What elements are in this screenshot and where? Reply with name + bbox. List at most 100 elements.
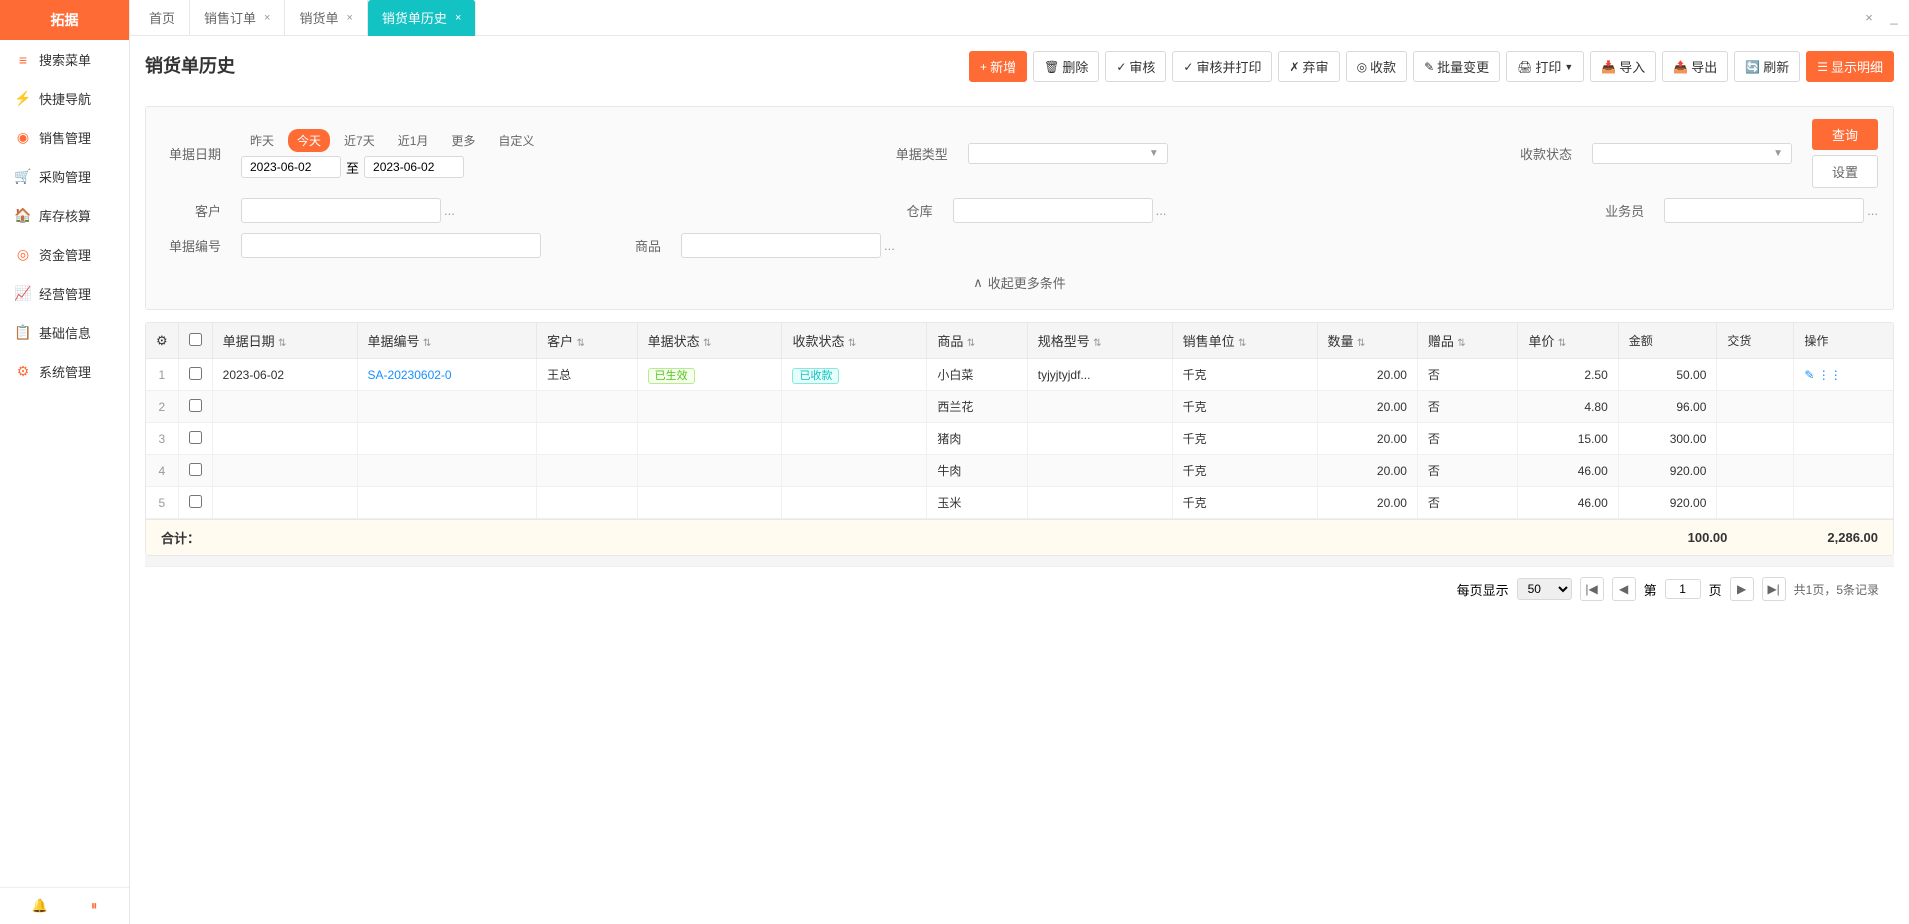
- select-all-checkbox[interactable]: [189, 333, 202, 346]
- tab-sales-delivery-close[interactable]: ×: [346, 12, 352, 24]
- date-btn-1month[interactable]: 近1月: [389, 129, 438, 152]
- review-button[interactable]: ✓ 审核: [1105, 51, 1166, 82]
- date-btn-custom[interactable]: 自定义: [489, 129, 543, 152]
- date-btn-more[interactable]: 更多: [442, 129, 484, 152]
- tab-home[interactable]: 首页: [135, 0, 190, 36]
- horizontal-scrollbar[interactable]: [145, 556, 1894, 566]
- unit-price-sort-icon[interactable]: ⇅: [1558, 338, 1566, 349]
- batch-change-button[interactable]: ✎ 批量变更: [1413, 51, 1500, 82]
- receive-button[interactable]: ◎ 收款: [1346, 51, 1408, 82]
- prev-page-button[interactable]: ◀: [1612, 577, 1636, 601]
- tab-sales-order-close[interactable]: ×: [264, 12, 270, 24]
- cell-checkbox[interactable]: [178, 359, 212, 391]
- new-button[interactable]: + 新增: [969, 51, 1027, 82]
- import-button[interactable]: 📥 导入: [1590, 51, 1656, 82]
- date-btn-yesterday[interactable]: 昨天: [241, 129, 283, 152]
- print-button[interactable]: 🖨 打印 ▼: [1506, 51, 1584, 82]
- goods-input[interactable]: [681, 233, 881, 258]
- pause-icon[interactable]: ⏸: [91, 898, 98, 914]
- doc-date-sort-icon[interactable]: ⇅: [278, 338, 286, 349]
- page-wrapper: 销货单历史 + 新增 🗑 删除 ✓ 审核: [130, 36, 1909, 924]
- next-page-button[interactable]: ▶: [1730, 577, 1754, 601]
- cell-checkbox[interactable]: [178, 455, 212, 487]
- delete-action-link[interactable]: ⋮⋮: [1818, 368, 1842, 382]
- sidebar-item-system-mgmt[interactable]: ⚙ 系统管理: [0, 352, 129, 391]
- doc-number-input[interactable]: [241, 233, 541, 258]
- query-button[interactable]: 查询: [1812, 119, 1878, 150]
- sales-mgmt-icon: ◉: [15, 130, 31, 146]
- salesperson-ellipsis-icon[interactable]: ...: [1867, 203, 1878, 218]
- delete-button[interactable]: 🗑 删除: [1033, 51, 1099, 82]
- row-checkbox[interactable]: [189, 399, 202, 412]
- date-btn-today[interactable]: 今天: [288, 129, 330, 152]
- col-gear[interactable]: ⚙: [146, 323, 178, 359]
- doc-status-sort-icon[interactable]: ⇅: [703, 338, 711, 349]
- cell-checkbox[interactable]: [178, 391, 212, 423]
- tab-sales-order[interactable]: 销售订单 ×: [190, 0, 285, 36]
- customer-sort-icon[interactable]: ⇅: [577, 338, 585, 349]
- gift-sort-icon[interactable]: ⇅: [1457, 338, 1465, 349]
- salesperson-input[interactable]: [1664, 198, 1864, 223]
- table-row: 3 猪肉 千克 20.00 否 15.00 300.00: [146, 423, 1893, 455]
- date-btn-7days[interactable]: 近7天: [335, 129, 384, 152]
- date-to-input[interactable]: [364, 156, 464, 178]
- sidebar-item-finance[interactable]: ◎ 资金管理: [0, 235, 129, 274]
- payment-status-sort-icon[interactable]: ⇅: [848, 338, 856, 349]
- row-checkbox[interactable]: [189, 495, 202, 508]
- warehouse-input[interactable]: [953, 198, 1153, 223]
- edit-action-link[interactable]: ✎: [1804, 368, 1814, 382]
- quantity-sort-icon[interactable]: ⇅: [1357, 338, 1365, 349]
- show-detail-button[interactable]: ☰ 显示明细: [1806, 51, 1894, 82]
- row-checkbox[interactable]: [189, 463, 202, 476]
- row-checkbox[interactable]: [189, 431, 202, 444]
- window-close-button[interactable]: ×: [1859, 8, 1879, 28]
- cell-checkbox[interactable]: [178, 423, 212, 455]
- sidebar-item-search-menu[interactable]: ≡ 搜索菜单: [0, 40, 129, 79]
- sidebar-item-operations[interactable]: 📈 经营管理: [0, 274, 129, 313]
- tab-sales-delivery[interactable]: 销货单 ×: [285, 0, 367, 36]
- sidebar-item-basic-info[interactable]: 📋 基础信息: [0, 313, 129, 352]
- sidebar-item-inventory[interactable]: 🏠 库存核算: [0, 196, 129, 235]
- page-title: 销货单历史: [145, 52, 235, 78]
- cell-actions: ✎ ⋮⋮: [1794, 359, 1893, 391]
- cell-checkbox[interactable]: [178, 487, 212, 519]
- export-button[interactable]: 📤 导出: [1662, 51, 1728, 82]
- goods-ellipsis-icon[interactable]: ...: [884, 238, 895, 253]
- gear-settings-icon[interactable]: ⚙: [156, 333, 168, 348]
- doc-type-select[interactable]: ▼: [968, 143, 1168, 164]
- col-spec-model: 规格型号 ⇅: [1027, 323, 1172, 359]
- customer-input[interactable]: [241, 198, 441, 223]
- tab-sales-history-close[interactable]: ×: [455, 12, 461, 24]
- cell-customer: [537, 423, 637, 455]
- tab-sales-history[interactable]: 销货单历史 ×: [368, 0, 476, 36]
- page-number-input[interactable]: [1665, 579, 1701, 599]
- notification-icon[interactable]: 🔔: [32, 898, 48, 914]
- window-minimize-button[interactable]: _: [1884, 8, 1904, 28]
- cell-transaction: [1717, 423, 1794, 455]
- sidebar-item-purchase-mgmt[interactable]: 🛒 采购管理: [0, 157, 129, 196]
- refresh-button[interactable]: 🔄 刷新: [1734, 51, 1800, 82]
- collapse-button[interactable]: ∧ 收起更多条件: [968, 268, 1071, 297]
- abandon-button[interactable]: ✗ 弃审: [1278, 51, 1339, 82]
- customer-ellipsis-icon[interactable]: ...: [444, 203, 455, 218]
- review-print-button[interactable]: ✓ 审核并打印: [1172, 51, 1272, 82]
- col-actions: 操作: [1794, 323, 1893, 359]
- spec-model-sort-icon[interactable]: ⇅: [1093, 338, 1101, 349]
- col-checkbox[interactable]: [178, 323, 212, 359]
- doc-number-link[interactable]: SA-20230602-0: [368, 368, 452, 382]
- doc-number-sort-icon[interactable]: ⇅: [423, 338, 431, 349]
- warehouse-ellipsis-icon[interactable]: ...: [1156, 203, 1167, 218]
- sidebar-item-sales-mgmt[interactable]: ◉ 销售管理: [0, 118, 129, 157]
- payment-status-select[interactable]: ▼: [1592, 143, 1792, 164]
- tab-sales-history-label: 销货单历史: [382, 8, 447, 27]
- first-page-button[interactable]: |◀: [1580, 577, 1604, 601]
- last-page-button[interactable]: ▶|: [1762, 577, 1786, 601]
- page-size-select[interactable]: 50 100 200: [1517, 578, 1572, 600]
- settings-button[interactable]: 设置: [1812, 155, 1878, 188]
- row-checkbox[interactable]: [189, 367, 202, 380]
- date-from-input[interactable]: [241, 156, 341, 178]
- cell-doc-number: [357, 487, 537, 519]
- sidebar-item-quick-nav[interactable]: ⚡ 快捷导航: [0, 79, 129, 118]
- goods-sort-icon[interactable]: ⇅: [967, 338, 975, 349]
- sales-unit-sort-icon[interactable]: ⇅: [1238, 338, 1246, 349]
